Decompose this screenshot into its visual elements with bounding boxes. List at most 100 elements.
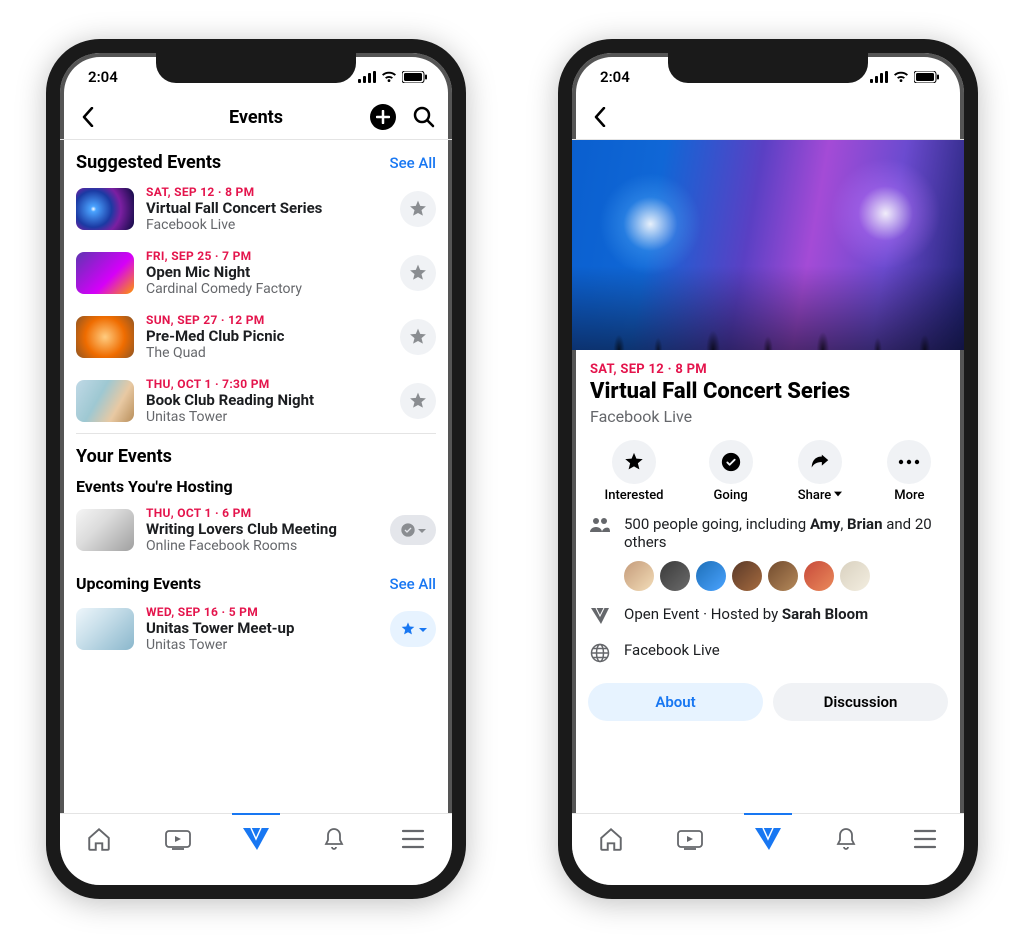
avatar[interactable] — [840, 561, 870, 591]
avatar[interactable] — [732, 561, 762, 591]
interested-status-button[interactable] — [390, 611, 436, 647]
side-button — [46, 298, 47, 353]
event-row[interactable]: WED, SEP 16 · 5 PM Unitas Tower Meet-up … — [60, 597, 452, 661]
event-name: Unitas Tower Meet-up — [146, 619, 378, 637]
side-button — [977, 243, 978, 333]
navbar — [572, 95, 964, 139]
see-all-upcoming[interactable]: See All — [390, 575, 436, 593]
tab-watch[interactable] — [160, 824, 196, 854]
back-button[interactable] — [586, 103, 614, 131]
event-row[interactable]: FRI, SEP 25 · 7 PM Open Mic Night Cardin… — [60, 241, 452, 305]
avatar[interactable] — [804, 561, 834, 591]
interested-button[interactable] — [400, 191, 436, 227]
side-button — [46, 233, 47, 288]
section-upcoming-title: Upcoming Events — [76, 574, 201, 593]
tab-menu[interactable] — [395, 824, 431, 854]
avatar[interactable] — [624, 561, 654, 591]
status-icons — [358, 71, 428, 83]
tab-home[interactable] — [81, 824, 117, 854]
event-row[interactable]: THU, OCT 1 · 7:30 PM Book Club Reading N… — [60, 369, 452, 433]
search-icon — [413, 106, 435, 128]
star-icon — [400, 621, 416, 637]
wifi-icon — [381, 71, 397, 83]
event-date: SAT, SEP 12 · 8 PM — [590, 362, 946, 377]
side-button — [46, 183, 47, 213]
tab-campus[interactable] — [238, 824, 274, 854]
action-more[interactable]: More — [887, 440, 931, 503]
star-icon — [408, 263, 428, 283]
interested-button[interactable] — [400, 319, 436, 355]
avatar[interactable] — [768, 561, 798, 591]
going-info[interactable]: 500 people going, including Amy, Brian a… — [572, 509, 964, 557]
action-label: Share — [798, 488, 843, 503]
avatar[interactable] — [660, 561, 690, 591]
avatar[interactable] — [696, 561, 726, 591]
tab-campus[interactable] — [750, 824, 786, 854]
event-location: Facebook Live — [146, 217, 388, 233]
bell-icon — [322, 826, 346, 852]
event-date: THU, OCT 1 · 6 PM — [146, 506, 378, 520]
section-hosting-title: Events You're Hosting — [60, 471, 452, 498]
tab-about[interactable]: About — [588, 683, 763, 721]
side-button — [558, 233, 559, 288]
check-circle-icon — [400, 522, 416, 538]
events-content[interactable]: Suggested Events See All SAT, SEP 12 · 8… — [60, 139, 452, 813]
action-interested[interactable]: Interested — [605, 440, 664, 503]
platform-info[interactable]: Facebook Live — [572, 635, 964, 673]
action-share[interactable]: Share — [798, 440, 843, 503]
chevron-down-icon — [834, 490, 842, 498]
event-detail-content[interactable]: SAT, SEP 12 · 8 PM Virtual Fall Concert … — [572, 139, 964, 813]
event-row[interactable]: SAT, SEP 12 · 8 PM Virtual Fall Concert … — [60, 177, 452, 241]
side-button — [558, 298, 559, 353]
create-event-button[interactable] — [370, 104, 396, 130]
notch — [156, 53, 356, 83]
battery-icon — [402, 71, 428, 83]
phone-event-detail: 2:04 SAT, SEP 12 · 8 PM Virtual Fall Con… — [558, 39, 978, 899]
see-all-suggested[interactable]: See All — [390, 154, 436, 172]
tab-discussion[interactable]: Discussion — [773, 683, 948, 721]
plus-icon — [376, 110, 390, 124]
going-status-button[interactable] — [390, 515, 436, 545]
attendee-avatars[interactable] — [572, 557, 964, 599]
detail-tabs: About Discussion — [572, 673, 964, 721]
star-icon — [623, 451, 645, 473]
interested-button[interactable] — [400, 255, 436, 291]
hosted-by-info[interactable]: Open Event · Hosted by Sarah Bloom — [572, 599, 964, 635]
event-row[interactable]: THU, OCT 1 · 6 PM Writing Lovers Club Me… — [60, 498, 452, 562]
event-row[interactable]: SUN, SEP 27 · 12 PM Pre-Med Club Picnic … — [60, 305, 452, 369]
tab-home[interactable] — [593, 824, 629, 854]
event-location: Cardinal Comedy Factory — [146, 281, 388, 297]
star-icon — [408, 199, 428, 219]
status-icons — [870, 71, 940, 83]
interested-button[interactable] — [400, 383, 436, 419]
tab-notifications[interactable] — [828, 824, 864, 854]
tab-watch[interactable] — [672, 824, 708, 854]
status-time: 2:04 — [88, 68, 118, 86]
check-circle-icon — [720, 451, 742, 473]
home-icon — [598, 826, 624, 852]
action-going[interactable]: Going — [709, 440, 753, 503]
campus-icon — [241, 826, 271, 852]
event-thumb — [76, 188, 134, 230]
action-label: Interested — [605, 488, 664, 503]
battery-icon — [914, 71, 940, 83]
menu-icon — [401, 829, 425, 849]
search-button[interactable] — [410, 103, 438, 131]
globe-icon — [590, 643, 610, 663]
event-thumb — [76, 380, 134, 422]
side-button — [558, 183, 559, 213]
back-button[interactable] — [74, 103, 102, 131]
tab-menu[interactable] — [907, 824, 943, 854]
bell-icon — [834, 826, 858, 852]
going-text: 500 people going, including Amy, Brian a… — [624, 515, 946, 551]
side-button — [465, 243, 466, 333]
event-thumb — [76, 252, 134, 294]
tab-notifications[interactable] — [316, 824, 352, 854]
action-label: More — [894, 488, 924, 503]
chevron-down-icon — [418, 529, 426, 537]
event-name: Virtual Fall Concert Series — [146, 199, 388, 217]
event-thumb — [76, 509, 134, 551]
platform-text: Facebook Live — [624, 641, 720, 659]
event-cover-image[interactable] — [572, 140, 964, 350]
share-icon — [809, 451, 831, 473]
